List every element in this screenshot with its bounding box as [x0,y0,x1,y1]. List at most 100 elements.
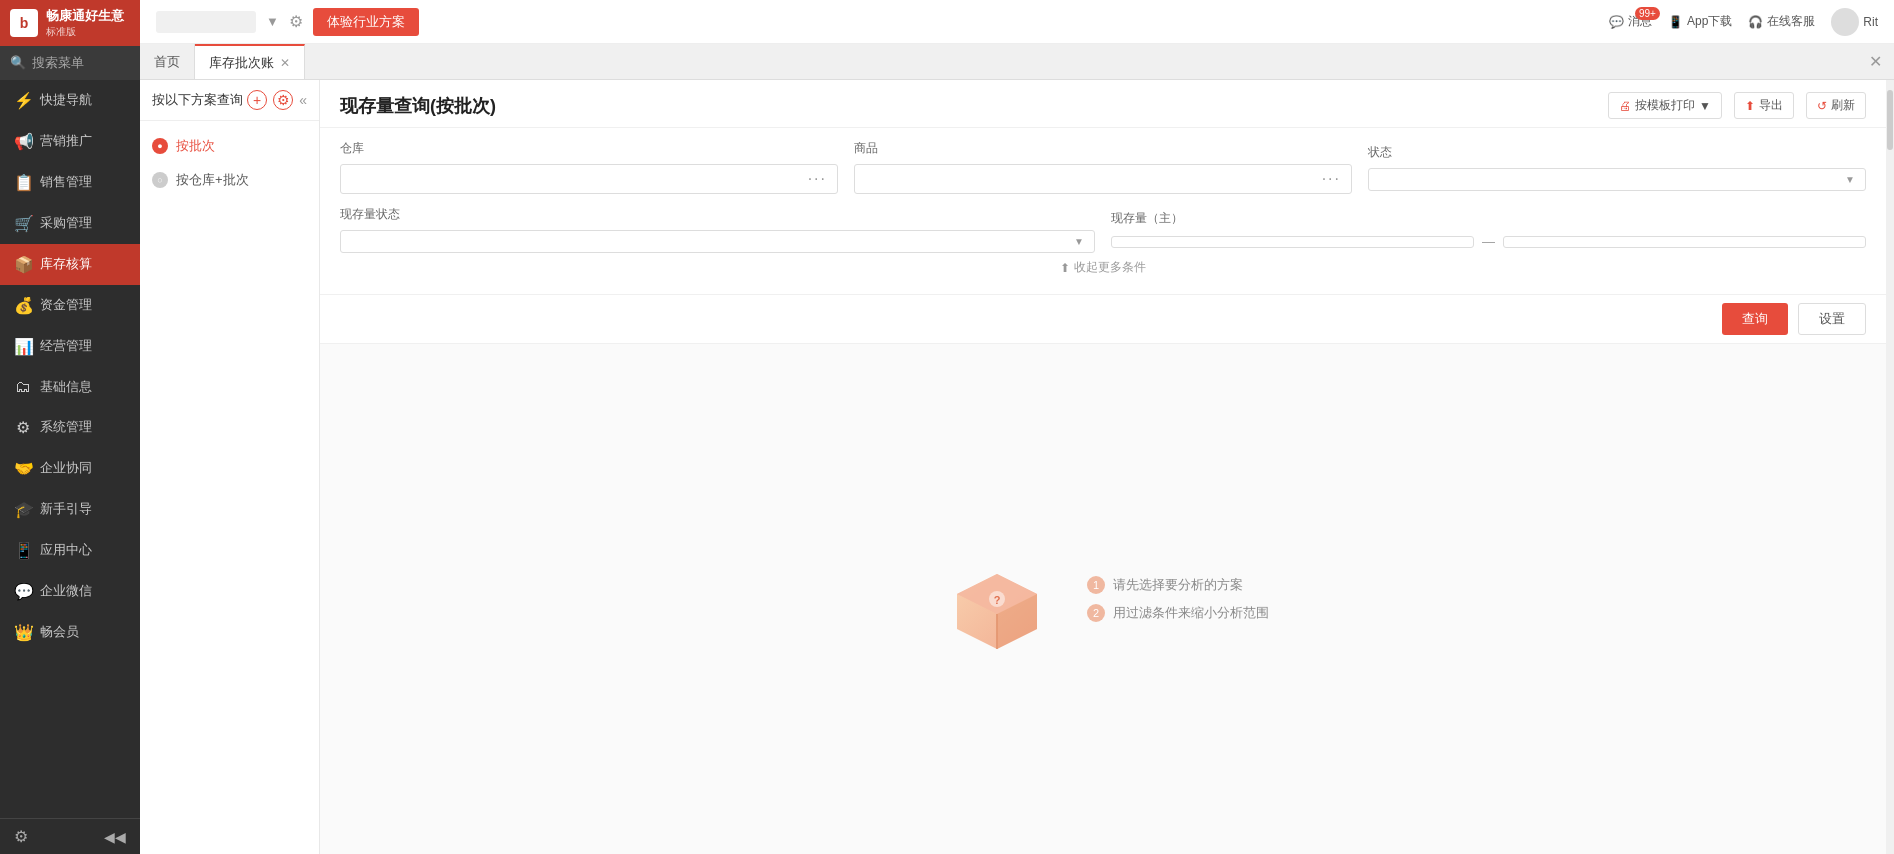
operations-icon: 📊 [14,337,32,356]
app-download-label: App下载 [1687,13,1732,30]
inventory-status-select[interactable]: ▼ [340,230,1095,253]
product-input[interactable]: ··· [854,164,1352,194]
sidebar-logo: b [10,9,38,37]
message-button[interactable]: 💬 消息 99+ [1609,13,1652,30]
sidebar-item-enterprise[interactable]: 🤝 企业协同 [0,448,140,489]
collapse-sidebar-icon[interactable]: ◀◀ [104,829,126,845]
tabs-close-all-icon[interactable]: ✕ [1857,52,1894,71]
tab-close-icon[interactable]: ✕ [280,56,290,70]
page-header: 现存量查询(按批次) 🖨 按模板打印 ▼ ⬆ 导出 ↺ 刷新 [320,80,1886,128]
product-group: 商品 ··· [854,140,1352,194]
sales-icon: 📋 [14,173,32,192]
sidebar-footer: ⚙ ◀◀ [0,818,140,854]
purchase-icon: 🛒 [14,214,32,233]
company-sub: 标准版 [46,25,124,38]
warehouse-input[interactable]: ··· [340,164,838,194]
print-button[interactable]: 🖨 按模板打印 ▼ [1608,92,1722,119]
export-icon: ⬆ [1745,99,1755,113]
sidebar-item-inventory[interactable]: 📦 库存核算 [0,244,140,285]
tip1-num: 1 [1087,576,1105,594]
trial-button[interactable]: 体验行业方案 [313,8,419,36]
sidebar-item-purchase[interactable]: 🛒 采购管理 [0,203,140,244]
filter-settings-button[interactable]: ⚙ [273,90,293,110]
sidebar-item-system[interactable]: ⚙ 系统管理 [0,407,140,448]
collapse-conditions-button[interactable]: ⬆ 收起更多条件 [340,253,1866,282]
sidebar-item-sales[interactable]: 📋 销售管理 [0,162,140,203]
main-content: 现存量查询(按批次) 🖨 按模板打印 ▼ ⬆ 导出 ↺ 刷新 [320,80,1886,854]
online-service-button[interactable]: 🎧 在线客服 [1748,13,1815,30]
query-button[interactable]: 查询 [1722,303,1788,335]
message-icon: 💬 [1609,15,1624,29]
content-area: 按以下方案查询 + ⚙ « ● 按批次 ○ 按仓库+批次 [140,80,1894,854]
sidebar-item-label: 畅会员 [40,623,79,641]
search-menu[interactable]: 🔍 搜索菜单 [0,46,140,80]
inventory-status-label: 现存量状态 [340,206,1095,223]
sidebar-item-enterprise-wechat[interactable]: 💬 企业微信 [0,571,140,612]
topbar: ▼ ⚙ 体验行业方案 💬 消息 99+ 📱 App下载 🎧 在线客服 Rit [140,0,1894,44]
app-download-button[interactable]: 📱 App下载 [1668,13,1732,30]
sidebar-item-basics[interactable]: 🗂 基础信息 [0,367,140,407]
search-menu-label: 搜索菜单 [32,54,84,72]
print-icon: 🖨 [1619,99,1631,113]
inventory-status-group: 现存量状态 ▼ [340,206,1095,253]
svg-text:?: ? [994,594,1001,606]
empty-tips: 1 请先选择要分析的方案 2 用过滤条件来缩小分析范围 [1087,576,1269,622]
sidebar-item-app-center[interactable]: 📱 应用中心 [0,530,140,571]
app-center-icon: 📱 [14,541,32,560]
sidebar-item-member[interactable]: 👑 畅会员 [0,612,140,653]
status-group: 状态 ▼ [1368,144,1866,191]
username: Rit [1863,15,1878,29]
sidebar-item-label: 营销推广 [40,132,92,150]
sidebar-item-label: 采购管理 [40,214,92,232]
topbar-gear-icon[interactable]: ⚙ [289,12,303,31]
empty-illustration: ? [937,539,1057,659]
tab-inventory-batch[interactable]: 库存批次账 ✕ [195,44,305,79]
right-scrollbar[interactable] [1886,80,1894,854]
filter-item-warehouse-batch[interactable]: ○ 按仓库+批次 [140,163,319,197]
sidebar-item-quick-nav[interactable]: ⚡ 快捷导航 [0,80,140,121]
sidebar-item-marketing[interactable]: 📢 营销推广 [0,121,140,162]
settings-icon[interactable]: ⚙ [14,827,28,846]
sidebar-item-operations[interactable]: 📊 经营管理 [0,326,140,367]
warehouse-dots: ··· [808,170,827,188]
tab-home[interactable]: 首页 [140,44,195,79]
tabs-bar: 首页 库存批次账 ✕ ✕ [140,44,1894,80]
sidebar-item-label: 销售管理 [40,173,92,191]
user-area[interactable]: Rit [1831,8,1878,36]
filter-item-label: 按仓库+批次 [176,171,249,189]
print-dropdown-icon: ▼ [1699,99,1711,113]
topbar-dropdown-icon[interactable]: ▼ [266,14,279,29]
tip2-text: 用过滤条件来缩小分析范围 [1113,604,1269,622]
search-icon: 🔍 [10,55,26,70]
refresh-icon: ↺ [1817,99,1827,113]
avatar [1831,8,1859,36]
product-label: 商品 [854,140,1352,157]
inventory-amount-max[interactable] [1503,236,1866,248]
tab-home-label: 首页 [154,53,180,71]
filter-item-batch[interactable]: ● 按批次 [140,129,319,163]
refresh-button[interactable]: ↺ 刷新 [1806,92,1866,119]
topbar-search-input[interactable] [156,11,256,33]
scrollbar-thumb [1887,90,1893,150]
filter-collapse-icon[interactable]: « [299,92,307,108]
page-title: 现存量查询(按批次) [340,94,496,118]
member-icon: 👑 [14,623,32,642]
sidebar-item-label: 资金管理 [40,296,92,314]
sidebar-item-finance[interactable]: 💰 资金管理 [0,285,140,326]
collapse-icon: ⬆ [1060,261,1070,275]
finance-icon: 💰 [14,296,32,315]
product-dots: ··· [1322,170,1341,188]
export-label: 导出 [1759,97,1783,114]
filter-add-button[interactable]: + [247,90,267,110]
status-caret-icon: ▼ [1845,174,1855,185]
filter-panel-title: 按以下方案查询 [152,91,243,109]
sidebar-item-newbie[interactable]: 🎓 新手引导 [0,489,140,530]
enterprise-icon: 🤝 [14,459,32,478]
status-select[interactable]: ▼ [1368,168,1866,191]
inventory-amount-min[interactable] [1111,236,1474,248]
filter-panel: 按以下方案查询 + ⚙ « ● 按批次 ○ 按仓库+批次 [140,80,320,854]
marketing-icon: 📢 [14,132,32,151]
company-title: 畅康通好生意 [46,8,124,25]
settings-button[interactable]: 设置 [1798,303,1866,335]
export-button[interactable]: ⬆ 导出 [1734,92,1794,119]
